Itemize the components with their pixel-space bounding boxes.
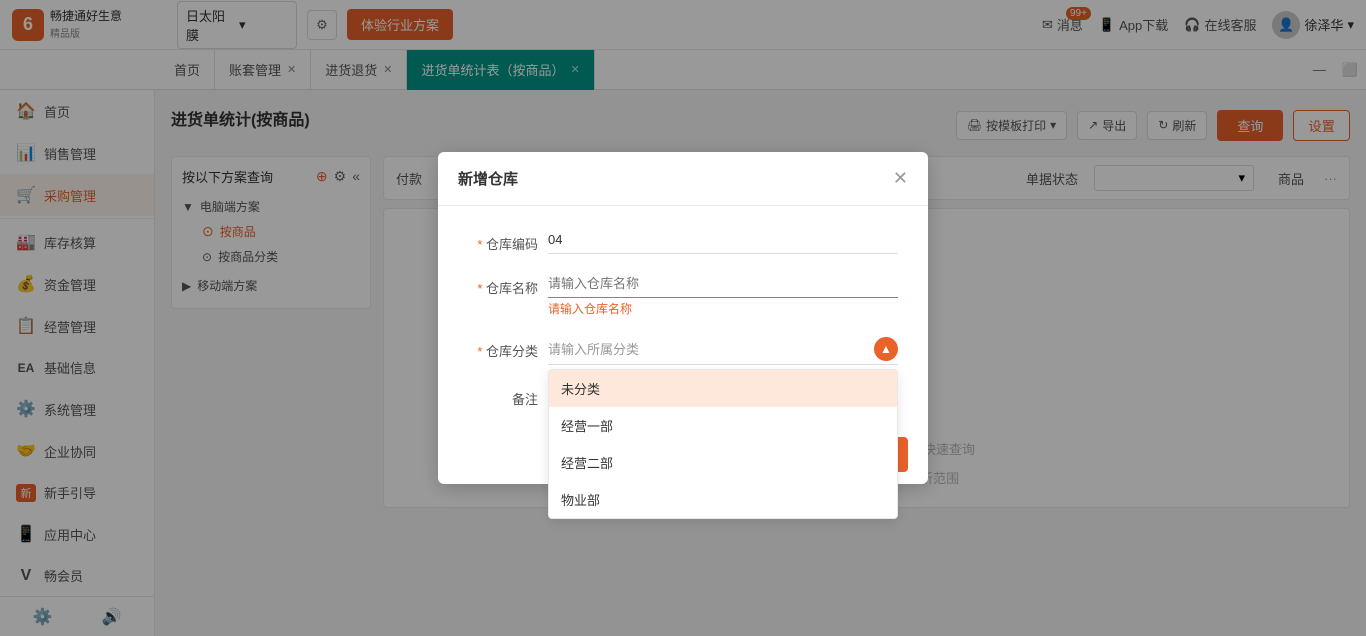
category-row: 仓库分类 请输入所属分类 ▲ 未分类 经营一部 经营二 xyxy=(468,333,898,365)
category-label: 仓库分类 xyxy=(468,333,548,360)
code-input[interactable] xyxy=(548,226,898,254)
dropdown-item-uncategorized-label: 未分类 xyxy=(561,382,600,397)
modal-title: 新增仓库 xyxy=(458,168,518,189)
category-placeholder: 请输入所属分类 xyxy=(548,339,639,358)
modal-body: 仓库编码 仓库名称 请输入仓库名称 仓库分类 请输入所属分类 xyxy=(438,206,928,425)
category-arrow-icon[interactable]: ▲ xyxy=(874,337,898,361)
code-row: 仓库编码 xyxy=(468,226,898,254)
modal-close-icon[interactable]: ✕ xyxy=(893,168,908,189)
dropdown-item-ops2[interactable]: 经营二部 xyxy=(549,444,897,481)
name-label: 仓库名称 xyxy=(468,270,548,297)
dropdown-item-property[interactable]: 物业部 xyxy=(549,481,897,518)
dropdown-item-ops1[interactable]: 经营一部 xyxy=(549,407,897,444)
dropdown-item-uncategorized[interactable]: 未分类 xyxy=(549,370,897,407)
code-control xyxy=(548,226,898,254)
name-error-msg: 请输入仓库名称 xyxy=(548,300,898,317)
category-input[interactable]: 请输入所属分类 ▲ xyxy=(548,333,898,365)
notes-label: 备注 xyxy=(468,381,548,408)
code-label: 仓库编码 xyxy=(468,226,548,253)
category-control: 请输入所属分类 ▲ 未分类 经营一部 经营二部 xyxy=(548,333,898,365)
category-dropdown-list: 未分类 经营一部 经营二部 物业部 xyxy=(548,369,898,519)
modal-header: 新增仓库 ✕ xyxy=(438,152,928,206)
dropdown-item-ops2-label: 经营二部 xyxy=(561,456,613,471)
dropdown-item-ops1-label: 经营一部 xyxy=(561,419,613,434)
dropdown-item-property-label: 物业部 xyxy=(561,493,600,508)
add-warehouse-modal: 新增仓库 ✕ 仓库编码 仓库名称 请输入仓库名称 仓库分类 xyxy=(438,152,928,484)
name-input[interactable] xyxy=(548,270,898,298)
name-row: 仓库名称 请输入仓库名称 xyxy=(468,270,898,317)
name-control: 请输入仓库名称 xyxy=(548,270,898,317)
modal-overlay: 新增仓库 ✕ 仓库编码 仓库名称 请输入仓库名称 仓库分类 xyxy=(0,0,1366,636)
